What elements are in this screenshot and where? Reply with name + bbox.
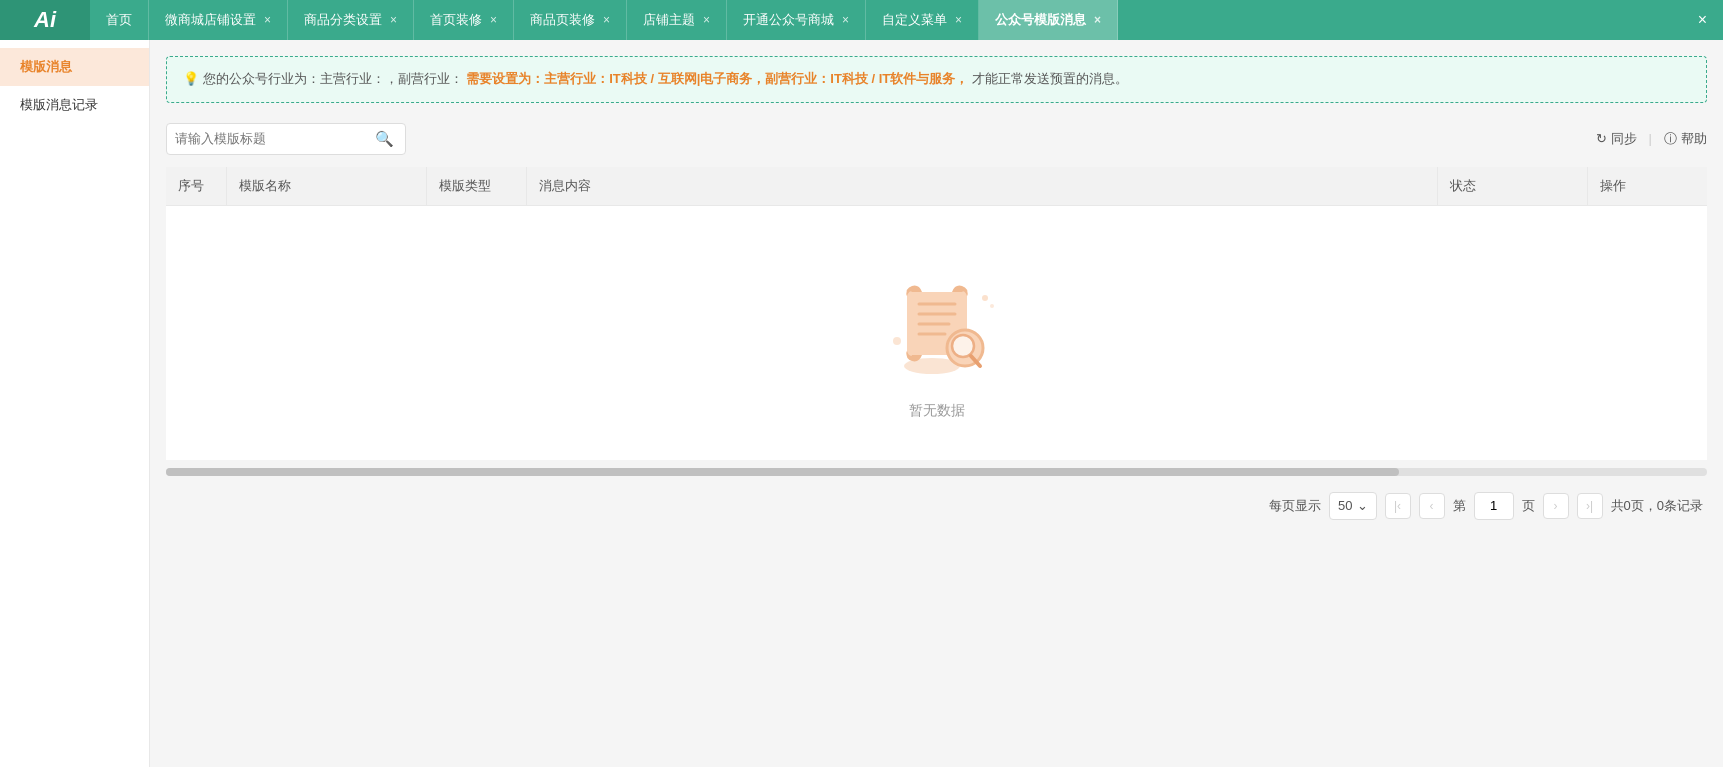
- svg-point-6: [952, 335, 974, 357]
- page-size-value: 50: [1338, 498, 1352, 513]
- data-table: 序号 模版名称 模版类型 消息内容 状态 操作: [166, 167, 1707, 460]
- chevron-down-icon: ⌄: [1357, 498, 1368, 513]
- toolbar-divider: |: [1649, 131, 1652, 146]
- empty-illustration: [877, 266, 997, 386]
- svg-point-10: [893, 337, 901, 345]
- tab-template-msg[interactable]: 公众号模版消息 ×: [979, 0, 1118, 40]
- search-input-wrap: 🔍: [166, 123, 406, 155]
- tab-home[interactable]: 首页: [90, 0, 149, 40]
- tab-store-theme[interactable]: 店铺主题 ×: [627, 0, 727, 40]
- tab-open-mall[interactable]: 开通公众号商城 ×: [727, 0, 866, 40]
- col-index: 序号: [166, 167, 226, 206]
- page-number-input[interactable]: [1474, 492, 1514, 520]
- tab-close-home-decor[interactable]: ×: [490, 13, 497, 27]
- content-area: 💡 您的公众号行业为：主营行业：，副营行业： 需要设置为：主营行业：IT科技 /…: [150, 40, 1723, 767]
- col-name: 模版名称: [226, 167, 426, 206]
- tab-close-product-decor[interactable]: ×: [603, 13, 610, 27]
- search-input[interactable]: [175, 131, 375, 146]
- sync-button[interactable]: ↻ 同步: [1596, 130, 1637, 148]
- next-page-button[interactable]: ›: [1543, 493, 1569, 519]
- close-all-tabs-button[interactable]: ×: [1682, 0, 1723, 40]
- total-info: 共0页，0条记录: [1611, 497, 1703, 515]
- col-content: 消息内容: [526, 167, 1437, 206]
- tab-home-decor[interactable]: 首页装修 ×: [414, 0, 514, 40]
- tab-close-custom-menu[interactable]: ×: [955, 13, 962, 27]
- scroll-thumb[interactable]: [166, 468, 1399, 476]
- toolbar-right: ↻ 同步 | ⓘ 帮助: [1596, 130, 1707, 148]
- sidebar: 模版消息 模版消息记录: [0, 40, 150, 767]
- tab-close-category-settings[interactable]: ×: [390, 13, 397, 27]
- help-icon: ⓘ: [1664, 130, 1677, 148]
- last-page-button[interactable]: ›|: [1577, 493, 1603, 519]
- notice-box: 💡 您的公众号行业为：主营行业：，副营行业： 需要设置为：主营行业：IT科技 /…: [166, 56, 1707, 103]
- tab-shop-settings[interactable]: 微商城店铺设置 ×: [149, 0, 288, 40]
- search-row: 🔍 ↻ 同步 | ⓘ 帮助: [166, 123, 1707, 155]
- svg-point-8: [982, 295, 988, 301]
- search-button[interactable]: 🔍: [375, 130, 394, 148]
- tab-close-open-mall[interactable]: ×: [842, 13, 849, 27]
- svg-point-9: [990, 304, 994, 308]
- table-header-row: 序号 模版名称 模版类型 消息内容 状态 操作: [166, 167, 1707, 206]
- help-button[interactable]: ⓘ 帮助: [1664, 130, 1707, 148]
- pagination-row: 每页显示 50 ⌄ |‹ ‹ 第 页 › ›| 共0页，0条记录: [166, 484, 1707, 528]
- empty-text: 暂无数据: [909, 402, 965, 420]
- sidebar-item-template-msg[interactable]: 模版消息: [0, 48, 149, 86]
- tab-product-decor[interactable]: 商品页装修 ×: [514, 0, 627, 40]
- first-page-button[interactable]: |‹: [1385, 493, 1411, 519]
- tab-category-settings[interactable]: 商品分类设置 ×: [288, 0, 414, 40]
- col-type: 模版类型: [426, 167, 526, 206]
- page-size-label: 每页显示: [1269, 497, 1321, 515]
- sync-icon: ↻: [1596, 131, 1607, 146]
- tab-bar: 首页 微商城店铺设置 × 商品分类设置 × 首页装修 × 商品页装修 × 店铺主…: [0, 0, 1723, 40]
- empty-state: 暂无数据: [166, 206, 1707, 460]
- tab-close-store-theme[interactable]: ×: [703, 13, 710, 27]
- main-layout: 模版消息 模版消息记录 💡 您的公众号行业为：主营行业：，副营行业： 需要设置为…: [0, 40, 1723, 767]
- logo: Ai: [0, 0, 90, 40]
- page-label-pre: 第: [1453, 497, 1466, 515]
- tab-custom-menu[interactable]: 自定义菜单 ×: [866, 0, 979, 40]
- col-action: 操作: [1587, 167, 1707, 206]
- prev-page-button[interactable]: ‹: [1419, 493, 1445, 519]
- tab-close-shop-settings[interactable]: ×: [264, 13, 271, 27]
- horizontal-scrollbar[interactable]: [166, 468, 1707, 476]
- col-status: 状态: [1437, 167, 1587, 206]
- tab-close-template-msg[interactable]: ×: [1094, 13, 1101, 27]
- page-size-select[interactable]: 50 ⌄: [1329, 492, 1376, 520]
- page-label-post: 页: [1522, 497, 1535, 515]
- sidebar-item-template-msg-record[interactable]: 模版消息记录: [0, 86, 149, 124]
